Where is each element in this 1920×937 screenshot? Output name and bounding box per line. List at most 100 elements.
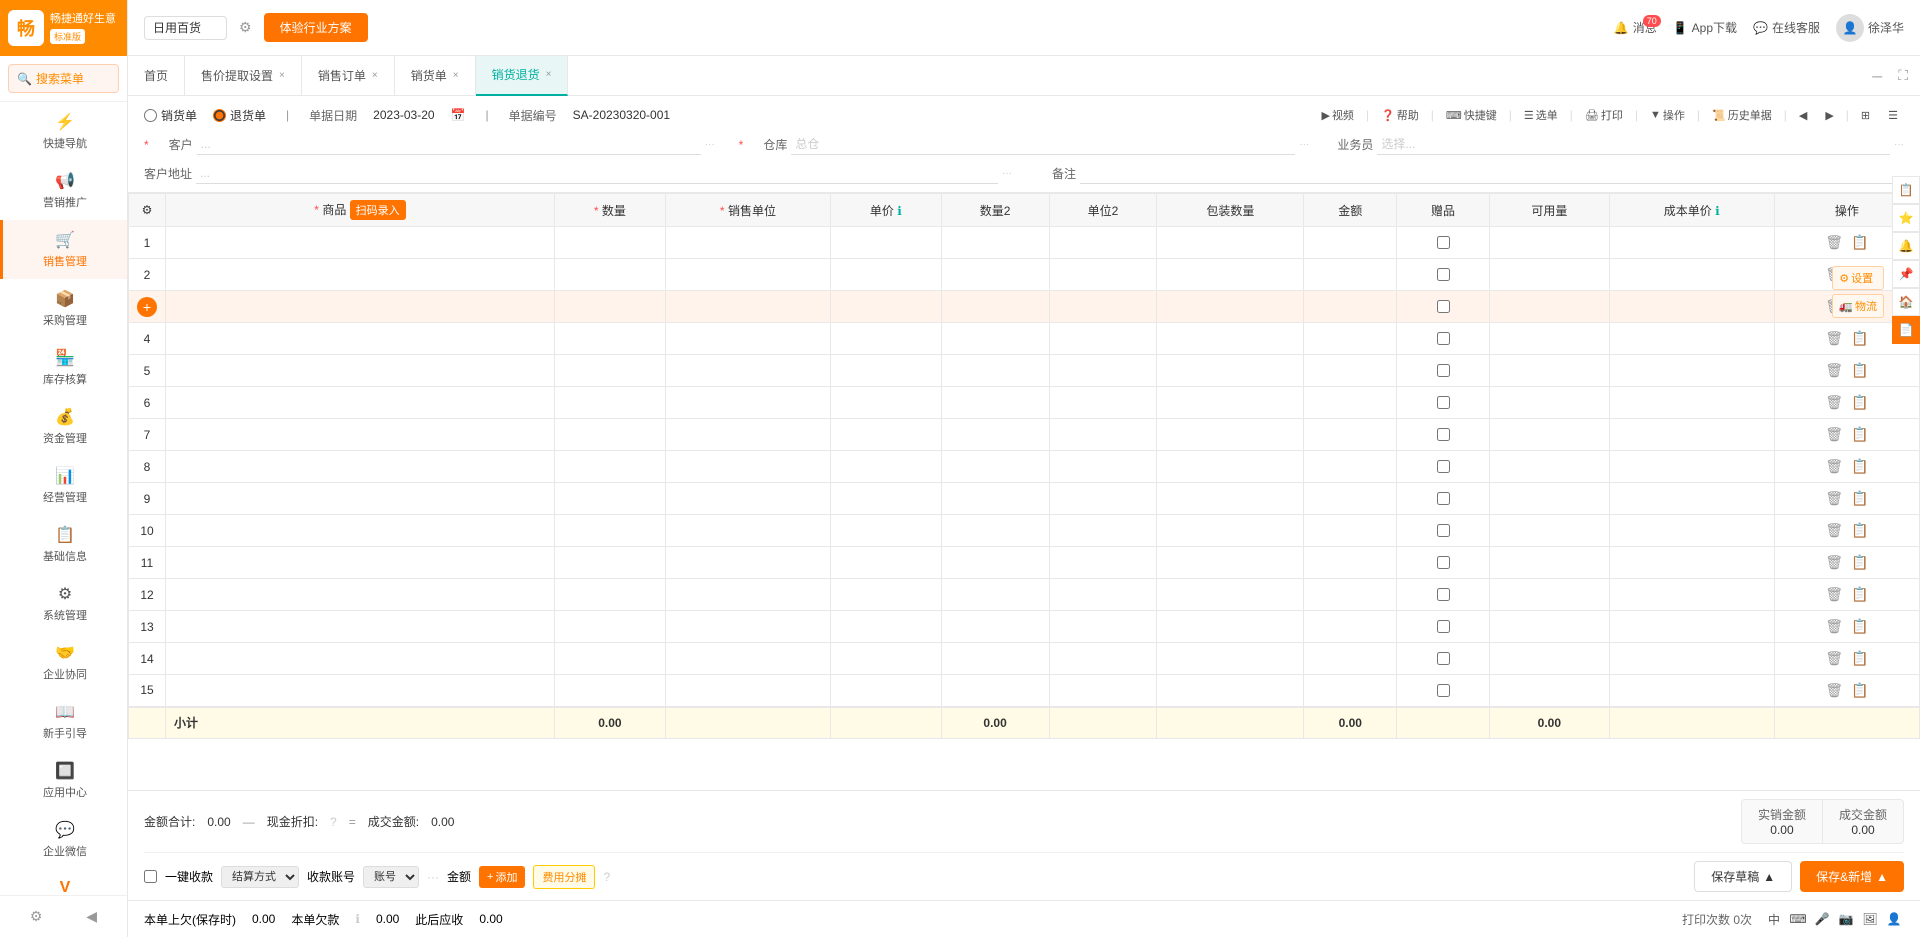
row-cost-2[interactable] [1609, 259, 1774, 291]
taskbar-icon-5[interactable]: 🖼 [1860, 909, 1880, 929]
row-product-2[interactable] [166, 259, 555, 291]
del-12[interactable]: 🗑 [1823, 584, 1845, 605]
sidebar-item-basic[interactable]: 📋 基础信息 [0, 515, 127, 574]
cp-4[interactable]: 📋 [1849, 328, 1870, 349]
cp-8[interactable]: 📋 [1849, 456, 1870, 477]
cp-11[interactable]: 📋 [1849, 552, 1870, 573]
taskbar-icon-1[interactable]: 中 [1764, 909, 1784, 929]
row-available-3[interactable] [1489, 291, 1609, 323]
del-11[interactable]: 🗑 [1823, 552, 1845, 573]
gift-cb-5[interactable] [1437, 364, 1450, 377]
taskbar-icon-4[interactable]: 📷 [1836, 909, 1856, 929]
sidebar-item-member[interactable]: V 畅会员 [0, 869, 127, 895]
gift-checkbox-2[interactable] [1437, 268, 1450, 281]
del-9[interactable]: 🗑 [1823, 488, 1845, 509]
radio-delivery-input[interactable] [144, 109, 157, 122]
one-click-payment-checkbox[interactable] [144, 870, 157, 883]
row-amount-2[interactable] [1304, 259, 1397, 291]
row-amount-3[interactable] [1304, 291, 1397, 323]
search-menu-button[interactable]: 🔍 搜索菜单 [8, 64, 119, 93]
row-cost-1[interactable] [1609, 227, 1774, 259]
row-qty2-3[interactable] [941, 291, 1049, 323]
save-draft-btn[interactable]: 保存草稿 ▲ [1694, 861, 1792, 892]
tab-sales-order-close[interactable]: × [372, 70, 378, 81]
nav-prev-btn[interactable]: ◀ [1793, 106, 1813, 125]
gift-cb-15[interactable] [1437, 684, 1450, 697]
row-qty2-2[interactable] [941, 259, 1049, 291]
row-product-3[interactable] [166, 291, 555, 323]
row-unit-2[interactable] [665, 259, 830, 291]
gift-cb-11[interactable] [1437, 556, 1450, 569]
taskbar-icon-6[interactable]: 👤 [1884, 909, 1904, 929]
quick-action-1[interactable]: 📋 [1892, 176, 1920, 204]
industry-select[interactable]: 日用百货 [144, 16, 227, 40]
cp-5[interactable]: 📋 [1849, 360, 1870, 381]
tab-home[interactable]: 首页 [128, 56, 185, 96]
tab-sales-return[interactable]: 销货退货 × [476, 56, 569, 96]
del-15[interactable]: 🗑 [1823, 680, 1845, 701]
quick-action-active[interactable]: 📄 [1892, 316, 1920, 344]
quick-action-5[interactable]: 🏠 [1892, 288, 1920, 316]
form-settings-btn[interactable]: ⚙ 设置 [1832, 266, 1884, 290]
add-payment-btn[interactable]: + 添加 [479, 866, 525, 888]
cp-9[interactable]: 📋 [1849, 488, 1870, 509]
taskbar-icon-3[interactable]: 🎤 [1812, 909, 1832, 929]
sidebar-item-shortcut[interactable]: ⚡ 快捷导航 [0, 102, 127, 161]
minimize-btn[interactable]: ─ [1868, 66, 1886, 86]
quick-action-4[interactable]: 📌 [1892, 260, 1920, 288]
tab-price-settings-close[interactable]: × [279, 70, 285, 81]
del-14[interactable]: 🗑 [1823, 648, 1845, 669]
sidebar-collapse-btn[interactable]: ◀ [82, 904, 101, 929]
customer-input[interactable] [197, 134, 701, 155]
payment-account-select[interactable]: 账号 [363, 866, 419, 888]
row-price-1[interactable] [831, 227, 942, 259]
video-btn[interactable]: ▶ 视频 [1315, 104, 1359, 126]
sidebar-item-marketing[interactable]: 📢 营销推广 [0, 161, 127, 220]
tab-sales-order[interactable]: 销售订单 × [302, 56, 395, 96]
cp-10[interactable]: 📋 [1849, 520, 1870, 541]
trial-solution-btn[interactable]: 体验行业方案 [264, 13, 368, 42]
cp-15[interactable]: 📋 [1849, 680, 1870, 701]
payment-method-select[interactable]: 结算方式 [221, 866, 299, 888]
date-picker-btn[interactable]: 📅 [451, 108, 466, 122]
gift-cb-13[interactable] [1437, 620, 1450, 633]
tab-sales-delivery-close[interactable]: × [453, 70, 459, 81]
quick-action-2[interactable]: ⭐ [1892, 204, 1920, 232]
cp-12[interactable]: 📋 [1849, 584, 1870, 605]
list-view-btn[interactable]: ☰ [1882, 106, 1904, 125]
gift-cb-6[interactable] [1437, 396, 1450, 409]
sidebar-item-inventory[interactable]: 🏪 库存核算 [0, 338, 127, 397]
fee-split-btn[interactable]: 费用分摊 [533, 865, 595, 889]
cp-7[interactable]: 📋 [1849, 424, 1870, 445]
select-btn[interactable]: ☰ 选单 [1518, 104, 1564, 126]
cp-14[interactable]: 📋 [1849, 648, 1870, 669]
row-unit-3[interactable] [665, 291, 830, 323]
operate-btn[interactable]: ▼ 操作 [1644, 104, 1691, 126]
sidebar-item-purchase[interactable]: 📦 采购管理 [0, 279, 127, 338]
row-unit2-3[interactable] [1049, 291, 1157, 323]
row-qty-1[interactable] [554, 227, 665, 259]
row-qty-2[interactable] [554, 259, 665, 291]
gift-cb-7[interactable] [1437, 428, 1450, 441]
row-pkg-2[interactable] [1157, 259, 1304, 291]
notification-btn[interactable]: 🔔 消息 70 [1614, 19, 1657, 36]
sidebar-item-sales[interactable]: 🛒 销售管理 [0, 220, 127, 279]
radio-delivery[interactable]: 销货单 [144, 107, 197, 124]
row-unit2-1[interactable] [1049, 227, 1157, 259]
gift-checkbox-1[interactable] [1437, 236, 1450, 249]
grid-view-btn[interactable]: ⊞ [1855, 106, 1876, 125]
row-available-2[interactable] [1489, 259, 1609, 291]
row-amount-1[interactable] [1304, 227, 1397, 259]
row-qty2-1[interactable] [941, 227, 1049, 259]
sidebar-item-wechat[interactable]: 💬 企业微信 [0, 810, 127, 869]
product-input-1[interactable] [174, 236, 546, 250]
gift-cb-10[interactable] [1437, 524, 1450, 537]
gift-checkbox-3[interactable] [1437, 300, 1450, 313]
add-row-btn[interactable]: + [137, 297, 157, 317]
help-btn[interactable]: ❓ 帮助 [1375, 104, 1425, 126]
salesperson-input[interactable] [1377, 134, 1890, 155]
tab-sales-return-close[interactable]: × [546, 69, 552, 80]
sidebar-item-operation[interactable]: 📊 经营管理 [0, 456, 127, 515]
tab-price-settings[interactable]: 售价提取设置 × [185, 56, 302, 96]
gift-cb-4[interactable] [1437, 332, 1450, 345]
